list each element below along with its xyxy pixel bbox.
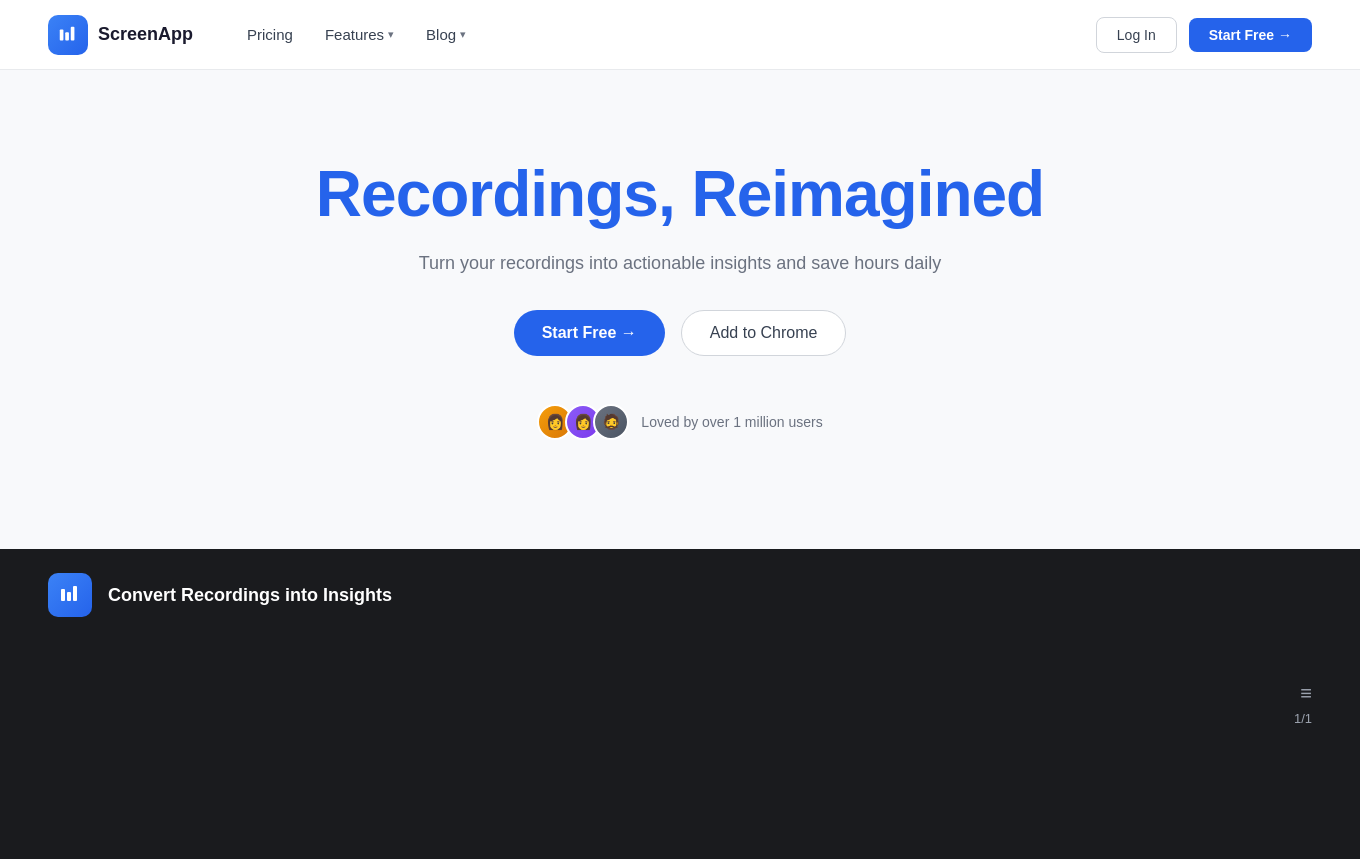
navbar: ScreenApp Pricing Features ▾ Blog ▾ Log … [0,0,1360,70]
features-chevron-icon: ▾ [388,28,394,41]
nav-link-pricing[interactable]: Pricing [233,18,307,51]
list-icon[interactable]: ≡ [1300,682,1312,705]
nav-left: ScreenApp Pricing Features ▾ Blog ▾ [48,15,480,55]
nav-link-blog[interactable]: Blog ▾ [412,18,480,51]
avatar-3: 🧔 [593,404,629,440]
dark-section-controls: ≡ 1/1 [1294,682,1312,726]
hero-section: Recordings, Reimagined Turn your recordi… [0,70,1360,549]
svg-rect-1 [65,32,69,40]
svg-rect-3 [61,589,65,601]
start-free-button[interactable]: Start Free → [514,310,665,356]
nav-right: Log In Start Free → [1096,17,1312,53]
nav-link-features[interactable]: Features ▾ [311,18,408,51]
nav-links: Pricing Features ▾ Blog ▾ [233,18,480,51]
svg-rect-2 [71,26,75,40]
social-proof-text: Loved by over 1 million users [641,414,822,430]
dark-section: Convert Recordings into Insights ≡ 1/1 [0,549,1360,859]
hero-title: Recordings, Reimagined [316,159,1044,229]
svg-rect-5 [73,586,77,601]
add-to-chrome-button[interactable]: Add to Chrome [681,310,847,356]
logo-icon [48,15,88,55]
svg-rect-0 [60,29,64,40]
dark-logo-icon [48,573,92,617]
avatars-group: 👩 👩 🧔 [537,404,629,440]
logo-link[interactable]: ScreenApp [48,15,193,55]
nav-start-free-button[interactable]: Start Free → [1189,18,1312,52]
blog-chevron-icon: ▾ [460,28,466,41]
hero-buttons: Start Free → Add to Chrome [514,310,847,356]
dark-section-inner: Convert Recordings into Insights [48,573,392,617]
dark-section-title: Convert Recordings into Insights [108,585,392,606]
pagination-text: 1/1 [1294,711,1312,726]
svg-rect-4 [67,592,71,601]
login-button[interactable]: Log In [1096,17,1177,53]
hero-subtitle: Turn your recordings into actionable ins… [419,253,942,274]
logo-text: ScreenApp [98,24,193,45]
social-proof: 👩 👩 🧔 Loved by over 1 million users [537,404,822,440]
